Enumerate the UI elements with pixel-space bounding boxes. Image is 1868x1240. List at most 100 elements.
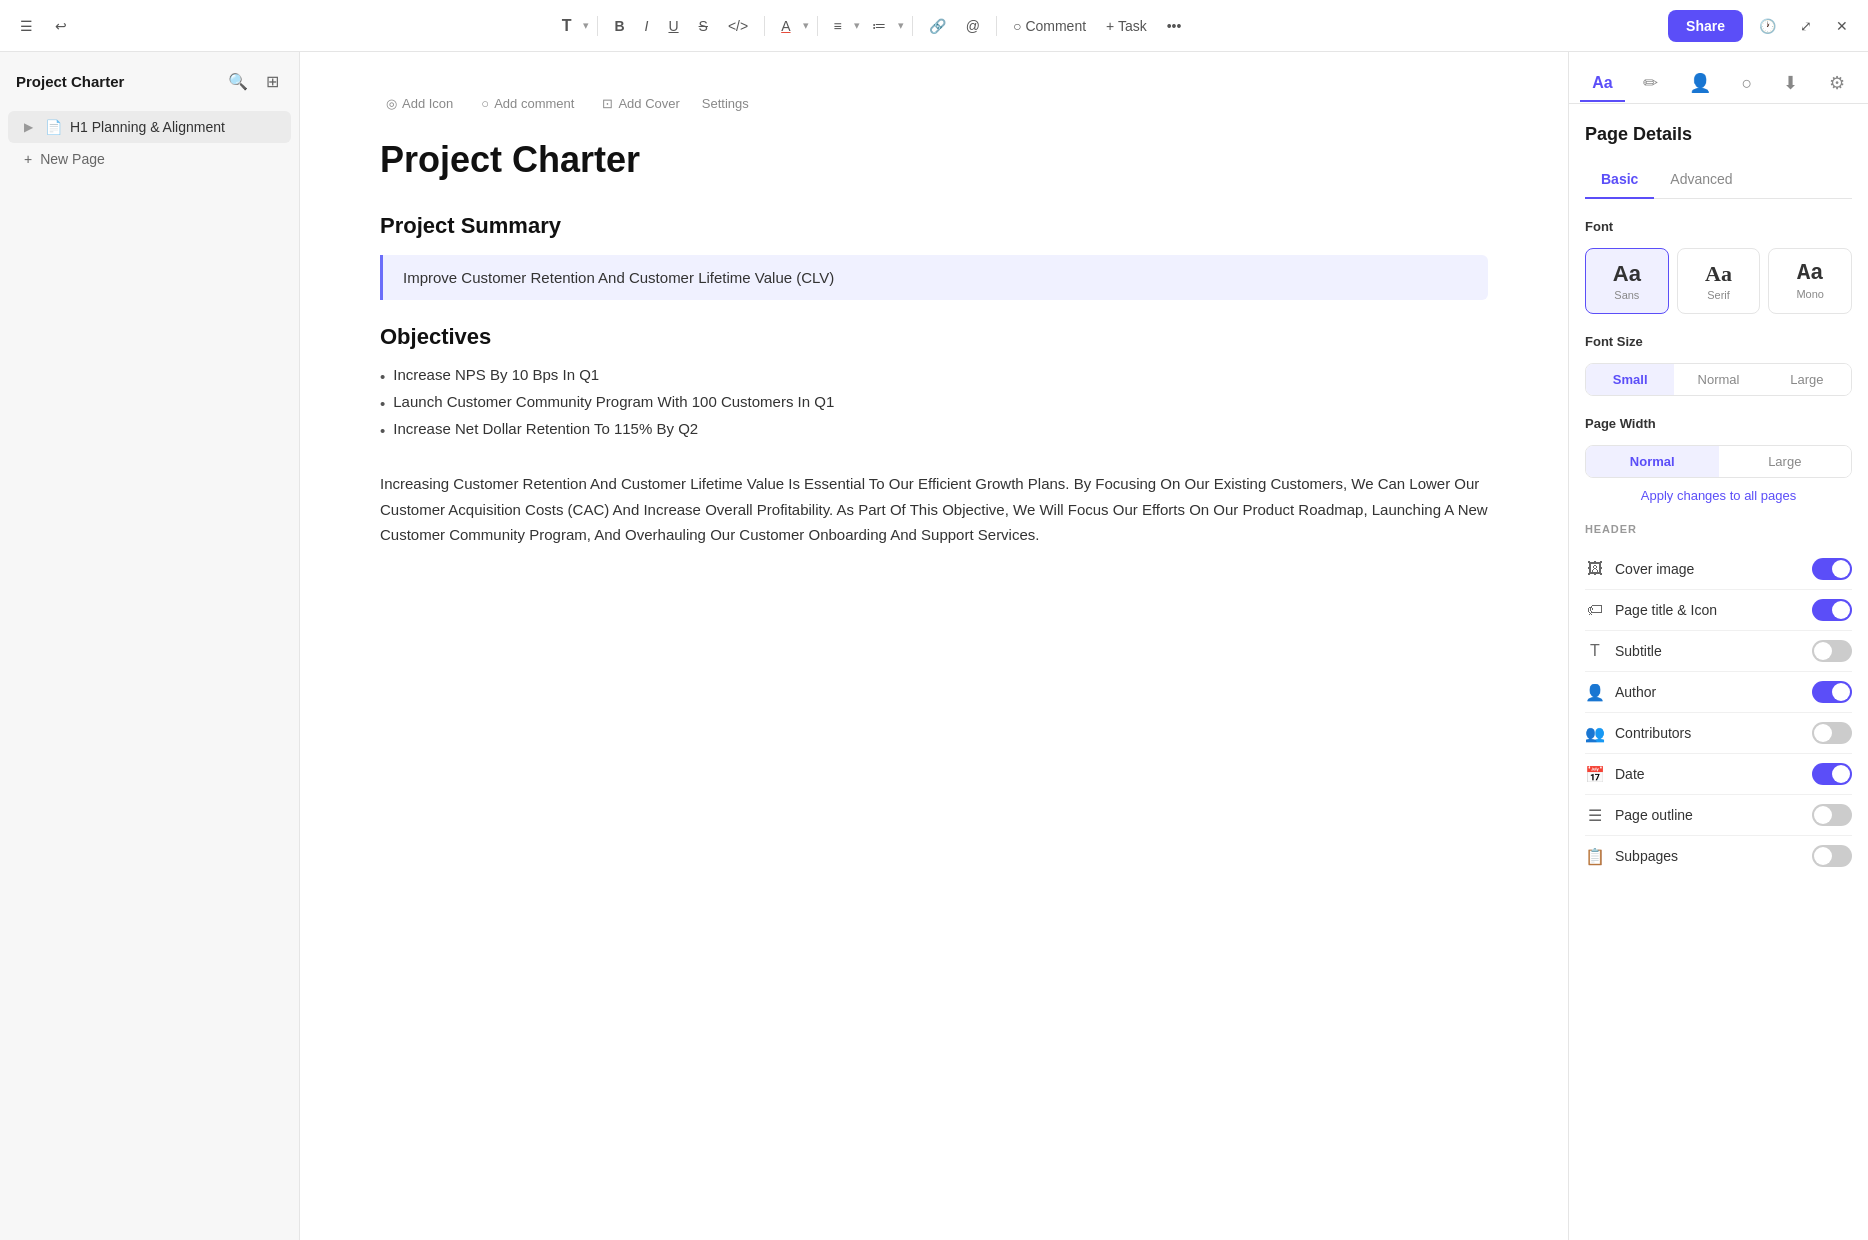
sub-tab-basic[interactable]: Basic [1585,165,1654,199]
list-dropdown[interactable]: ▾ [898,19,904,32]
panel-title: Page Details [1585,124,1852,145]
blockquote-text: Improve Customer Retention And Customer … [403,269,834,286]
font-section-label: Font [1585,219,1852,234]
add-cover-button[interactable]: ⊡ Add Cover [596,92,685,115]
page-icon: 📄 [45,119,62,135]
mention-button[interactable]: @ [958,12,988,40]
font-name-serif: Serif [1686,289,1752,301]
size-small[interactable]: Small [1586,364,1674,395]
apply-changes-link[interactable]: Apply changes to all pages [1585,488,1852,503]
link-button[interactable]: 🔗 [921,12,954,40]
tab-export[interactable]: ⬇ [1771,64,1810,104]
subpages-toggle[interactable] [1812,845,1852,867]
strikethrough-button[interactable]: S [691,12,716,40]
width-options: Normal Large [1585,445,1852,478]
comment-button[interactable]: ○ Comment [1005,12,1094,40]
size-normal[interactable]: Normal [1674,364,1762,395]
toggle-contributors: 👥 Contributors [1585,713,1852,754]
sidebar-item-label: H1 Planning & Alignment [70,119,225,135]
cover-image-toggle[interactable] [1812,558,1852,580]
size-options: Small Normal Large [1585,363,1852,396]
back-button[interactable]: ↩ [47,12,75,40]
panel-content: Page Details Basic Advanced Font Aa Sans… [1569,104,1868,896]
code-button[interactable]: </> [720,12,756,40]
tab-user[interactable]: 👤 [1677,64,1723,104]
search-button[interactable]: 🔍 [224,68,252,95]
toggle-subpages: 📋 Subpages [1585,836,1852,876]
font-option-sans[interactable]: Aa Sans [1585,248,1669,314]
sub-tab-advanced[interactable]: Advanced [1654,165,1748,199]
contributors-toggle[interactable] [1812,722,1852,744]
page-actions: ◎ Add Icon ○ Add comment ⊡ Add Cover Set… [380,92,1488,115]
date-toggle[interactable] [1812,763,1852,785]
author-toggle[interactable] [1812,681,1852,703]
size-large[interactable]: Large [1763,364,1851,395]
layout-button[interactable]: ⊞ [262,68,283,95]
subtitle-toggle[interactable] [1812,640,1852,662]
divider-5 [996,16,997,36]
font-option-mono[interactable]: Aa Mono [1768,248,1852,314]
width-large[interactable]: Large [1719,446,1852,477]
tab-settings[interactable]: ⚙ [1817,64,1857,104]
tab-edit[interactable]: ✏ [1631,64,1670,104]
contributors-icon: 👥 [1585,724,1605,743]
font-name-sans: Sans [1594,289,1660,301]
header-section: HEADER 🖼 Cover image 🏷 Page title & Icon [1585,523,1852,876]
font-option-serif[interactable]: Aa Serif [1677,248,1761,314]
close-button[interactable]: ✕ [1828,12,1856,40]
new-page-label: New Page [40,151,105,167]
toolbar-center: T ▾ B I U S </> A ▾ ≡ ▾ ≔ ▾ 🔗 @ ○ Commen… [81,11,1662,41]
italic-button[interactable]: I [637,12,657,40]
cover-image-icon: 🖼 [1585,560,1605,578]
expand-button[interactable]: ⤢ [1792,12,1820,40]
objective-2: Launch Customer Community Program With 1… [393,393,834,410]
toggle-date: 📅 Date [1585,754,1852,795]
page-outline-toggle[interactable] [1812,804,1852,826]
sidebar-header: Project Charter 🔍 ⊞ [0,68,299,111]
bold-button[interactable]: B [606,12,632,40]
text-format-button[interactable]: T [554,11,580,41]
panel-tabs-row: Aa ✏ 👤 ○ ⬇ ⚙ [1569,52,1868,104]
sidebar-icons: 🔍 ⊞ [224,68,283,95]
objective-3: Increase Net Dollar Retention To 115% By… [393,420,698,437]
toolbar-left: ☰ ↩ [12,12,75,40]
divider-2 [764,16,765,36]
blockquote: Improve Customer Retention And Customer … [380,255,1488,300]
page-width-label: Page Width [1585,416,1852,431]
font-letter-sans: Aa [1594,261,1660,287]
editor-area: ◎ Add Icon ○ Add comment ⊡ Add Cover Set… [300,52,1568,1240]
color-button[interactable]: A [773,12,798,40]
author-label: Author [1615,684,1656,700]
task-button[interactable]: + Task [1098,12,1155,40]
divider-3 [817,16,818,36]
underline-button[interactable]: U [660,12,686,40]
share-button[interactable]: Share [1668,10,1743,42]
date-icon: 📅 [1585,765,1605,784]
color-dropdown[interactable]: ▾ [803,19,809,32]
new-page-button[interactable]: + New Page [8,143,291,175]
toggle-cover-image: 🖼 Cover image [1585,549,1852,590]
tab-typography[interactable]: Aa [1580,66,1624,102]
objective-1: Increase NPS By 10 Bps In Q1 [393,366,599,383]
more-button[interactable]: ••• [1159,12,1190,40]
history-button[interactable]: 🕐 [1751,12,1784,40]
sidebar-project-title: Project Charter [16,73,124,90]
toggle-subtitle: T Subtitle [1585,631,1852,672]
width-normal[interactable]: Normal [1586,446,1719,477]
page-title-toggle[interactable] [1812,599,1852,621]
align-button[interactable]: ≡ [826,12,850,40]
add-comment-button[interactable]: ○ Add comment [475,92,580,115]
toggle-page-title: 🏷 Page title & Icon [1585,590,1852,631]
align-dropdown[interactable]: ▾ [854,19,860,32]
tab-search[interactable]: ○ [1730,65,1765,104]
text-format-dropdown[interactable]: ▾ [583,19,589,32]
date-label: Date [1615,766,1645,782]
toggle-page-outline: ☰ Page outline [1585,795,1852,836]
list-button[interactable]: ≔ [864,12,894,40]
font-letter-serif: Aa [1686,261,1752,287]
sidebar-item-h1[interactable]: ▶ 📄 H1 Planning & Alignment [8,111,291,143]
add-icon-button[interactable]: ◎ Add Icon [380,92,459,115]
contributors-label: Contributors [1615,725,1691,741]
settings-link[interactable]: Settings [702,96,749,111]
menu-button[interactable]: ☰ [12,12,41,40]
